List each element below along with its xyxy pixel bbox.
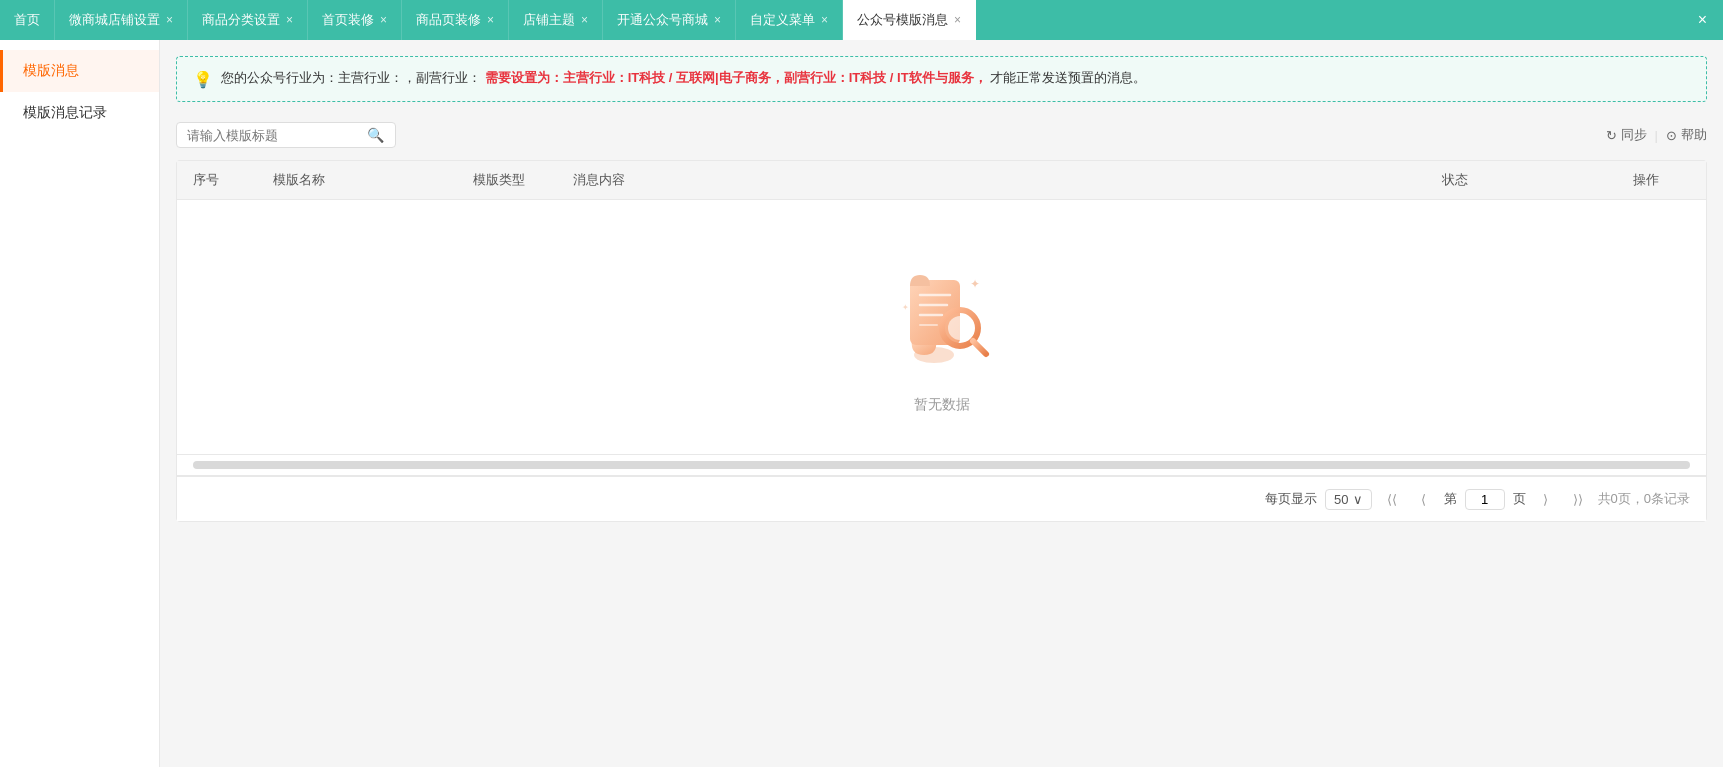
sync-button[interactable]: ↻ 同步 [1606, 126, 1647, 144]
page-label: 第 [1444, 490, 1457, 508]
th-action: 操作 [1586, 161, 1706, 199]
close-icon[interactable]: × [286, 13, 293, 27]
chevron-down-icon: ∨ [1353, 492, 1363, 507]
main-layout: 模版消息 模版消息记录 💡 您的公众号行业为：主营行业：，副营行业： 需要设置为… [0, 40, 1723, 767]
last-page-button[interactable]: ⟩⟩ [1566, 487, 1590, 511]
data-table: 序号 模版名称 模版类型 消息内容 状态 操作 [176, 160, 1707, 522]
svg-text:✦: ✦ [970, 277, 980, 291]
alert-suffix: 才能正常发送预置的消息。 [990, 70, 1146, 85]
th-name: 模版名称 [257, 161, 457, 199]
sidebar-item-template-msg[interactable]: 模版消息 [0, 50, 159, 92]
th-status: 状态 [1426, 161, 1586, 199]
search-left: 🔍 [176, 122, 396, 148]
page-input[interactable] [1465, 489, 1505, 510]
close-icon[interactable]: × [581, 13, 588, 27]
pagination: 每页显示 50 ∨ ⟨⟨ ⟨ 第 页 ⟩ ⟩⟩ 共0页，0条记录 [176, 476, 1707, 522]
prev-page-button[interactable]: ⟨ [1412, 487, 1436, 511]
close-icon[interactable]: × [714, 13, 721, 27]
nav-tab-category[interactable]: 商品分类设置 × [188, 0, 308, 40]
close-icon[interactable]: × [821, 13, 828, 27]
nav-tab-open-mall[interactable]: 开通公众号商城 × [603, 0, 736, 40]
help-button[interactable]: ⊙ 帮助 [1666, 126, 1707, 144]
nav-tab-micro-shop[interactable]: 微商城店铺设置 × [55, 0, 188, 40]
scrollbar-track[interactable] [193, 461, 1690, 469]
help-icon: ⊙ [1666, 128, 1677, 143]
alert-prefix: 您的公众号行业为：主营行业：，副营行业： [221, 70, 481, 85]
search-input-wrap: 🔍 [176, 122, 396, 148]
empty-state: ✦ ✦ 暂无数据 [176, 200, 1707, 455]
scrollbar-area [176, 455, 1707, 476]
alert-banner: 💡 您的公众号行业为：主营行业：，副营行业： 需要设置为：主营行业：IT科技 /… [176, 56, 1707, 102]
nav-tab-home[interactable]: 首页 [0, 0, 55, 40]
sidebar-item-template-record[interactable]: 模版消息记录 [0, 92, 159, 134]
table-header: 序号 模版名称 模版类型 消息内容 状态 操作 [176, 160, 1707, 200]
th-type: 模版类型 [457, 161, 557, 199]
search-bar: 🔍 ↻ 同步 | ⊙ 帮助 [176, 122, 1707, 148]
divider: | [1655, 128, 1658, 143]
next-page-button[interactable]: ⟩ [1534, 487, 1558, 511]
svg-line-8 [973, 341, 986, 354]
svg-text:✦: ✦ [902, 303, 909, 312]
empty-text: 暂无数据 [914, 396, 970, 414]
content-area: 💡 您的公众号行业为：主营行业：，副营行业： 需要设置为：主营行业：IT科技 /… [160, 40, 1723, 767]
page-size-label: 每页显示 [1265, 490, 1317, 508]
page-size-select[interactable]: 50 ∨ [1325, 489, 1371, 510]
search-right: ↻ 同步 | ⊙ 帮助 [1606, 126, 1707, 144]
page-unit: 页 [1513, 490, 1526, 508]
alert-highlight: 需要设置为：主营行业：IT科技 / 互联网|电子商务，副营行业：IT科技 / I… [485, 70, 987, 85]
nav-tab-custom-menu[interactable]: 自定义菜单 × [736, 0, 843, 40]
search-icon[interactable]: 🔍 [367, 127, 384, 143]
nav-tab-shop-theme[interactable]: 店铺主题 × [509, 0, 603, 40]
close-icon[interactable]: × [954, 13, 961, 27]
total-info: 共0页，0条记录 [1598, 490, 1690, 508]
nav-tab-product-decor[interactable]: 商品页装修 × [402, 0, 509, 40]
first-page-button[interactable]: ⟨⟨ [1380, 487, 1404, 511]
th-content: 消息内容 [557, 161, 1426, 199]
nav-tab-home-decor[interactable]: 首页装修 × [308, 0, 402, 40]
empty-illustration: ✦ ✦ [882, 260, 1002, 380]
close-icon[interactable]: × [487, 13, 494, 27]
search-input[interactable] [187, 128, 367, 143]
close-icon[interactable]: × [166, 13, 173, 27]
top-nav: 首页 微商城店铺设置 × 商品分类设置 × 首页装修 × 商品页装修 × 店铺主… [0, 0, 1723, 40]
sync-icon: ↻ [1606, 128, 1617, 143]
global-close-button[interactable]: × [1682, 11, 1723, 29]
th-seq: 序号 [177, 161, 257, 199]
nav-tab-template-msg[interactable]: 公众号模版消息 × [843, 0, 976, 40]
svg-point-7 [948, 316, 972, 340]
sidebar: 模版消息 模版消息记录 [0, 40, 160, 767]
lightbulb-icon: 💡 [193, 70, 213, 89]
close-icon[interactable]: × [380, 13, 387, 27]
